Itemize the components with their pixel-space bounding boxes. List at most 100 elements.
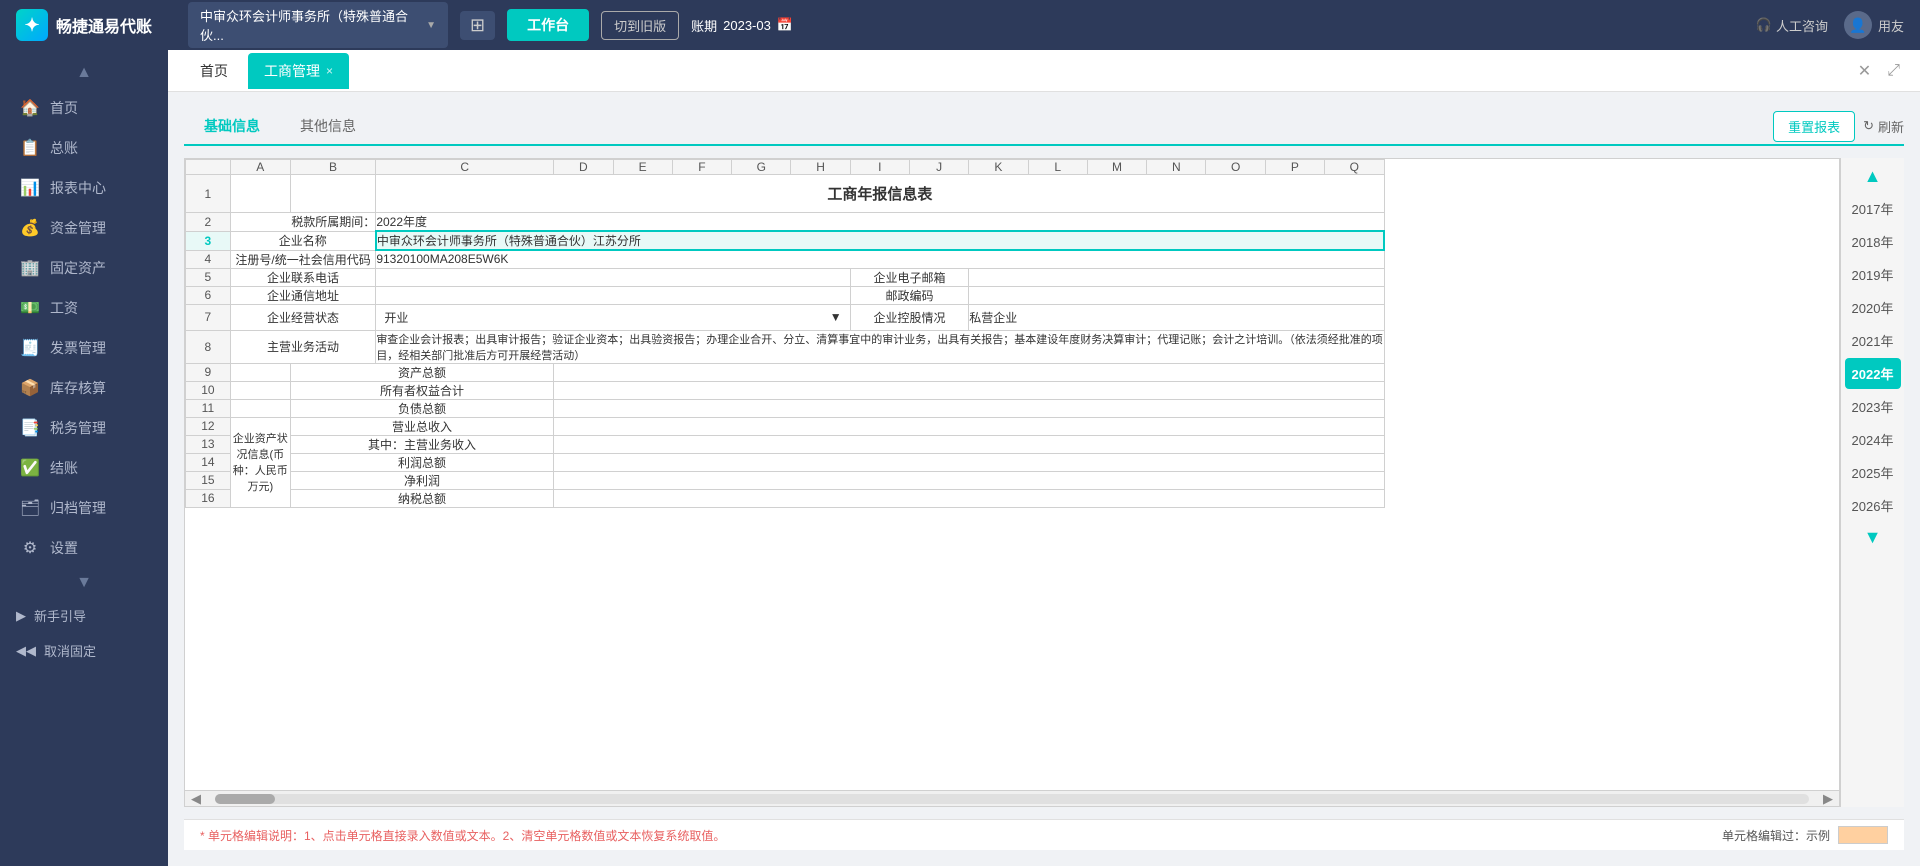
sub-tab-other[interactable]: 其他信息 — [280, 108, 376, 146]
year-nav-down-icon[interactable]: ▼ — [1860, 523, 1886, 552]
user-area[interactable]: 👤 用友 — [1844, 11, 1904, 39]
cell-12-val[interactable] — [554, 417, 1384, 435]
sidebar-scroll-up[interactable]: ▲ — [0, 58, 168, 88]
table-row: 9 资产总额 — [186, 363, 1385, 381]
cell-7-control[interactable]: 私营企业 — [969, 304, 1384, 330]
cell-16-val[interactable] — [554, 489, 1384, 507]
cell-16-sub: 纳税总额 — [290, 489, 553, 507]
cell-8-value[interactable]: 审查企业会计报表；出具审计报告；验证企业资本；出具验资报告；办理企业合开、分立、… — [376, 330, 1384, 363]
hscroll-track[interactable] — [215, 794, 1809, 804]
sidebar-item-close[interactable]: ✅ 结账 — [0, 448, 168, 488]
year-item-2022[interactable]: 2022年 — [1845, 358, 1901, 389]
year-item-2025[interactable]: 2025年 — [1845, 457, 1901, 488]
col-header-e: E — [613, 160, 672, 175]
sidebar-up-icon[interactable]: ▲ — [68, 62, 100, 84]
sidebar-item-salary[interactable]: 💵 工资 — [0, 288, 168, 328]
row-num-5: 5 — [186, 268, 231, 286]
year-nav-up-icon[interactable]: ▲ — [1860, 162, 1886, 191]
settings-icon: ⚙ — [20, 538, 40, 558]
sidebar-item-tax[interactable]: 📑 税务管理 — [0, 408, 168, 448]
sidebar-newbie[interactable]: ▶ 新手引导 — [0, 598, 168, 633]
period-value: 2023-03 — [723, 18, 771, 33]
sub-tab-basic[interactable]: 基础信息 — [184, 108, 280, 146]
table-row: 15 净利润 — [186, 471, 1385, 489]
cell-3-value[interactable]: 中审众环会计师事务所（特殊普通合伙）江苏分所 — [376, 231, 1384, 250]
table-row: 13 其中：主营业务收入 — [186, 435, 1385, 453]
year-item-2017[interactable]: 2017年 — [1845, 193, 1901, 224]
sidebar-item-archive[interactable]: 🗂 归档管理 — [0, 488, 168, 528]
year-item-2024[interactable]: 2024年 — [1845, 424, 1901, 455]
year-item-2023[interactable]: 2023年 — [1845, 391, 1901, 422]
workbench-button[interactable]: 工作台 — [507, 9, 589, 41]
table-scroll[interactable]: A B C D E F G H I J — [185, 159, 1839, 790]
col-header-l: L — [1028, 160, 1087, 175]
cell-11-val[interactable] — [554, 399, 1384, 417]
sidebar-label-invoice: 发票管理 — [50, 338, 106, 358]
tab-close-icon[interactable]: × — [326, 64, 333, 78]
status-note: * 单元格编辑说明：1、点击单元格直接录入数值或文本。2、清空单元格数值或文本恢… — [200, 827, 725, 844]
sidebar-item-home[interactable]: 🏠 首页 — [0, 88, 168, 128]
year-panel: ▲ 2017年 2018年 2019年 2020年 2021年 2022年 20… — [1840, 158, 1904, 807]
sidebar-pin[interactable]: ◀◀ 取消固定 — [0, 633, 168, 668]
cell-12-section: 企业资产状况信息(币种：人民币万元) — [230, 417, 290, 507]
table-row: 8 主营业务活动 审查企业会计报表；出具审计报告；验证企业资本；出具验资报告；办… — [186, 330, 1385, 363]
status-dropdown[interactable]: 开业 ▼ — [376, 305, 849, 330]
reset-report-button[interactable]: 重置报表 — [1773, 111, 1855, 142]
sidebar-item-ledger[interactable]: 📋 总账 — [0, 128, 168, 168]
cell-13-val[interactable] — [554, 435, 1384, 453]
sidebar-item-reports[interactable]: 📊 报表中心 — [0, 168, 168, 208]
expand-panel-button[interactable]: ⤢ — [1883, 58, 1904, 84]
tab-label: 工商管理 — [264, 61, 320, 81]
cell-5-email[interactable] — [969, 268, 1384, 286]
sidebar-item-assets[interactable]: 🏢 固定资产 — [0, 248, 168, 288]
cell-2-value[interactable]: 2022年度 — [376, 213, 1384, 232]
calendar-icon[interactable]: 📅 — [777, 17, 793, 33]
cell-12-sub: 营业总收入 — [290, 417, 553, 435]
company-selector[interactable]: 中审众环会计师事务所（特殊普通合伙... ▼ — [188, 2, 448, 48]
hscroll-thumb[interactable] — [215, 794, 275, 804]
cell-15-val[interactable] — [554, 471, 1384, 489]
logo-icon: ✦ — [16, 9, 48, 41]
col-header-d: D — [554, 160, 613, 175]
hscroll-right-icon[interactable]: ▶ — [1817, 791, 1839, 807]
tab-business-management[interactable]: 工商管理 × — [248, 53, 349, 89]
sidebar-item-invoice[interactable]: 🧾 发票管理 — [0, 328, 168, 368]
salary-icon: 💵 — [20, 298, 40, 318]
tab-home[interactable]: 首页 — [184, 53, 244, 89]
sidebar-item-inventory[interactable]: 📦 库存核算 — [0, 368, 168, 408]
refresh-button[interactable]: ↻ 刷新 — [1863, 117, 1904, 136]
copy-button[interactable]: ⊞ — [460, 11, 495, 40]
sidebar-label-finance: 资金管理 — [50, 218, 106, 238]
table-row: 12 企业资产状况信息(币种：人民币万元) 营业总收入 — [186, 417, 1385, 435]
hscroll-left-icon[interactable]: ◀ — [185, 791, 207, 807]
period-area: 账期 2023-03 📅 — [691, 16, 793, 35]
sidebar-label-tax: 税务管理 — [50, 418, 106, 438]
sidebar-scroll-down[interactable]: ▼ — [0, 568, 168, 598]
service-button[interactable]: 🎧 人工咨询 — [1756, 16, 1828, 35]
table-row: 5 企业联系电话 企业电子邮箱 — [186, 268, 1385, 286]
year-item-2018[interactable]: 2018年 — [1845, 226, 1901, 257]
cell-1b — [290, 175, 376, 213]
cell-14-val[interactable] — [554, 453, 1384, 471]
sidebar-down-icon[interactable]: ▼ — [68, 572, 100, 594]
year-item-2020[interactable]: 2020年 — [1845, 292, 1901, 323]
tax-icon: 📑 — [20, 418, 40, 438]
sidebar-item-finance[interactable]: 💰 资金管理 — [0, 208, 168, 248]
cell-6-addr[interactable] — [376, 286, 850, 304]
cell-4-label: 注册号/统一社会信用代码 — [230, 250, 376, 268]
cell-6-zip[interactable] — [969, 286, 1384, 304]
cell-7-status[interactable]: 开业 ▼ — [376, 304, 850, 330]
table-row: 2 税款所属期间： 2022年度 — [186, 213, 1385, 232]
cell-5-phone[interactable] — [376, 268, 850, 286]
close-panel-button[interactable]: ✕ — [1854, 57, 1875, 85]
year-item-2019[interactable]: 2019年 — [1845, 259, 1901, 290]
horizontal-scrollbar[interactable]: ◀ ▶ — [185, 790, 1839, 806]
sidebar-item-settings[interactable]: ⚙ 设置 — [0, 528, 168, 568]
cell-9-val[interactable] — [554, 363, 1384, 381]
switch-version-button[interactable]: 切到旧版 — [601, 11, 679, 40]
cell-4-value[interactable]: 91320100MA208E5W6K — [376, 250, 1384, 268]
cell-10-val[interactable] — [554, 381, 1384, 399]
year-item-2021[interactable]: 2021年 — [1845, 325, 1901, 356]
year-item-2026[interactable]: 2026年 — [1845, 490, 1901, 521]
close-books-icon: ✅ — [20, 458, 40, 478]
